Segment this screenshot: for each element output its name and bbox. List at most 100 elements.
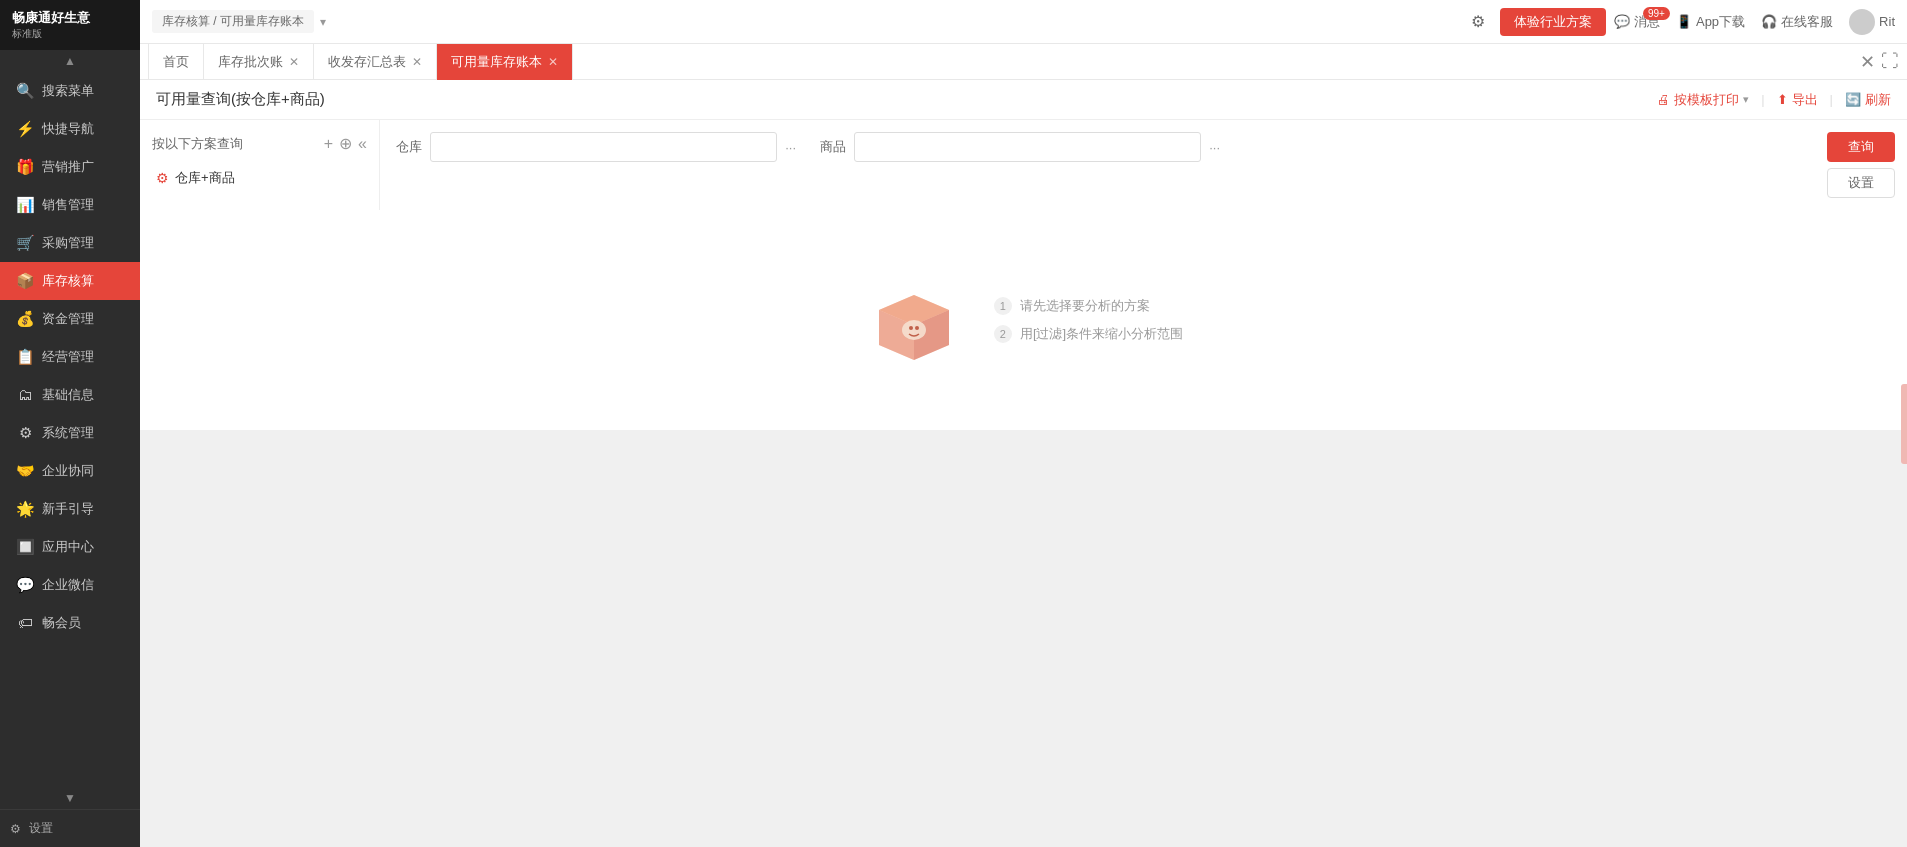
sidebar-bottom-settings[interactable]: ⚙ 设置 [0,809,140,847]
expand-icon[interactable]: ⛶ [1881,51,1899,72]
warehouse-label: 仓库 [396,138,422,156]
chevron-down-icon: ▾ [1743,93,1749,106]
refresh-icon: 🔄 [1845,92,1861,107]
topbar: 库存核算 / 可用量库存账本 ▾ ⚙ 体验行业方案 💬 消息 99+ 📱 App… [140,0,1907,44]
sidebar-item-enterprise[interactable]: 🤝 企业协同 [0,452,140,490]
svg-point-4 [902,320,926,340]
wechat-icon: 💬 [16,576,34,594]
sidebar-item-operation[interactable]: 📋 经营管理 [0,338,140,376]
sidebar-item-member[interactable]: 🏷 畅会员 [0,604,140,642]
scheme-settings-button[interactable]: ⊕ [339,134,352,153]
sidebar-item-marketing[interactable]: 🎁 营销推广 [0,148,140,186]
download-icon: 📱 [1676,14,1692,29]
tab-available-ledger[interactable]: 可用量库存账本 ✕ [437,44,573,80]
settings-button[interactable]: 设置 [1827,168,1895,198]
sidebar-nav: 🔍 搜索菜单 ⚡ 快捷导航 🎁 营销推广 📊 销售管理 🛒 采购管理 📦 库存核… [0,72,140,787]
refresh-button[interactable]: 🔄 刷新 [1845,91,1891,109]
user-name: Rit [1879,14,1895,29]
right-scroll-indicator[interactable] [1901,384,1907,464]
avatar [1849,9,1875,35]
tip-num-2: 2 [994,325,1012,343]
warehouse-input[interactable] [430,132,777,162]
app-edition: 标准版 [12,27,128,40]
add-scheme-button[interactable]: + [324,135,333,153]
tab-home[interactable]: 首页 [148,44,204,80]
sidebar-item-sales[interactable]: 📊 销售管理 [0,186,140,224]
sidebar-item-system[interactable]: ⚙ 系统管理 [0,414,140,452]
export-button[interactable]: ⬆ 导出 [1777,91,1818,109]
empty-tips: 1 请先选择要分析的方案 2 用[过滤]条件来缩小分析范围 [994,297,1183,343]
query-buttons: 查询 设置 [1827,120,1907,210]
system-icon: ⚙ [16,424,34,442]
tab-batch-ledger-close[interactable]: ✕ [289,55,299,69]
sidebar-item-label: 快捷导航 [42,120,94,138]
export-label: 导出 [1792,91,1818,109]
svg-point-5 [909,326,913,330]
query-sidebar-actions: + ⊕ « [324,134,367,153]
tab-available-ledger-label: 可用量库存账本 [451,53,542,71]
sidebar-item-label: 新手引导 [42,500,94,518]
empty-state-inner: 1 请先选择要分析的方案 2 用[过滤]条件来缩小分析范围 [864,270,1183,370]
marketing-icon: 🎁 [16,158,34,176]
sidebar-item-wechat[interactable]: 💬 企业微信 [0,566,140,604]
page-actions: 🖨 按模板打印 ▾ | ⬆ 导出 | 🔄 刷新 [1657,91,1891,109]
service-icon: 🎧 [1761,14,1777,29]
tab-available-ledger-close[interactable]: ✕ [548,55,558,69]
close-all-icon[interactable]: ✕ [1860,51,1875,73]
sidebar-item-guide[interactable]: 🌟 新手引导 [0,490,140,528]
enterprise-icon: 🤝 [16,462,34,480]
goods-more[interactable]: ··· [1209,140,1220,155]
tip-num-1: 1 [994,297,1012,315]
guide-icon: 🌟 [16,500,34,518]
export-icon: ⬆ [1777,92,1788,107]
online-service-button[interactable]: 🎧 在线客服 [1761,13,1833,31]
print-icon: 🖨 [1657,92,1670,107]
sidebar-item-inventory[interactable]: 📦 库存核算 [0,262,140,300]
sidebar-item-search[interactable]: 🔍 搜索菜单 [0,72,140,110]
collapse-button[interactable]: « [358,135,367,153]
search-icon: 🔍 [16,82,34,100]
tab-batch-ledger[interactable]: 库存批次账 ✕ [204,44,314,80]
app-logo: 畅康通好生意 标准版 [0,0,140,50]
sidebar-item-quick-nav[interactable]: ⚡ 快捷导航 [0,110,140,148]
print-label: 按模板打印 [1674,91,1739,109]
breadcrumb: 库存核算 / 可用量库存账本 ▾ [152,10,1456,33]
app-name: 畅康通好生意 [12,10,128,27]
scheme-label: 仓库+商品 [175,169,235,187]
sidebar-item-label: 企业协同 [42,462,94,480]
sidebar-item-label: 基础信息 [42,386,94,404]
query-area: 按以下方案查询 + ⊕ « ⚙ 仓库+商品 仓库 [140,120,1907,210]
divider: | [1761,92,1764,107]
tip-text-2: 用[过滤]条件来缩小分析范围 [1020,325,1183,343]
apps-icon: 🔲 [16,538,34,556]
goods-label: 商品 [820,138,846,156]
query-scheme-item[interactable]: ⚙ 仓库+商品 [140,161,379,195]
sidebar-scroll-up[interactable]: ▲ [0,50,140,72]
sidebar-item-basic[interactable]: 🗂 基础信息 [0,376,140,414]
sidebar-item-finance[interactable]: 💰 资金管理 [0,300,140,338]
message-icon: 💬 [1614,14,1630,29]
app-download-button[interactable]: 📱 App下载 [1676,13,1745,31]
goods-input[interactable] [854,132,1201,162]
topbar-right: 💬 消息 99+ 📱 App下载 🎧 在线客服 Rit [1614,9,1895,35]
sidebar-item-apps[interactable]: 🔲 应用中心 [0,528,140,566]
query-button[interactable]: 查询 [1827,132,1895,162]
sidebar-scroll-down[interactable]: ▼ [0,787,140,809]
sidebar-item-label: 搜索菜单 [42,82,94,100]
query-fields: 仓库 ··· 商品 ··· [380,120,1827,210]
sidebar-item-label: 资金管理 [42,310,94,328]
sidebar-item-purchase[interactable]: 🛒 采购管理 [0,224,140,262]
print-button[interactable]: 🖨 按模板打印 ▾ [1657,91,1749,109]
topbar-settings-button[interactable]: ⚙ [1464,8,1492,36]
industry-solution-button[interactable]: 体验行业方案 [1500,8,1606,36]
query-row: 仓库 ··· 商品 ··· [396,132,1811,162]
sales-icon: 📊 [16,196,34,214]
tab-recv-summary[interactable]: 收发存汇总表 ✕ [314,44,437,80]
message-button[interactable]: 💬 消息 99+ [1614,13,1660,31]
warehouse-more[interactable]: ··· [785,140,796,155]
tab-home-label: 首页 [163,53,189,71]
basic-icon: 🗂 [16,386,34,403]
user-menu[interactable]: Rit [1849,9,1895,35]
settings-icon: ⚙ [10,822,21,836]
tab-recv-summary-close[interactable]: ✕ [412,55,422,69]
